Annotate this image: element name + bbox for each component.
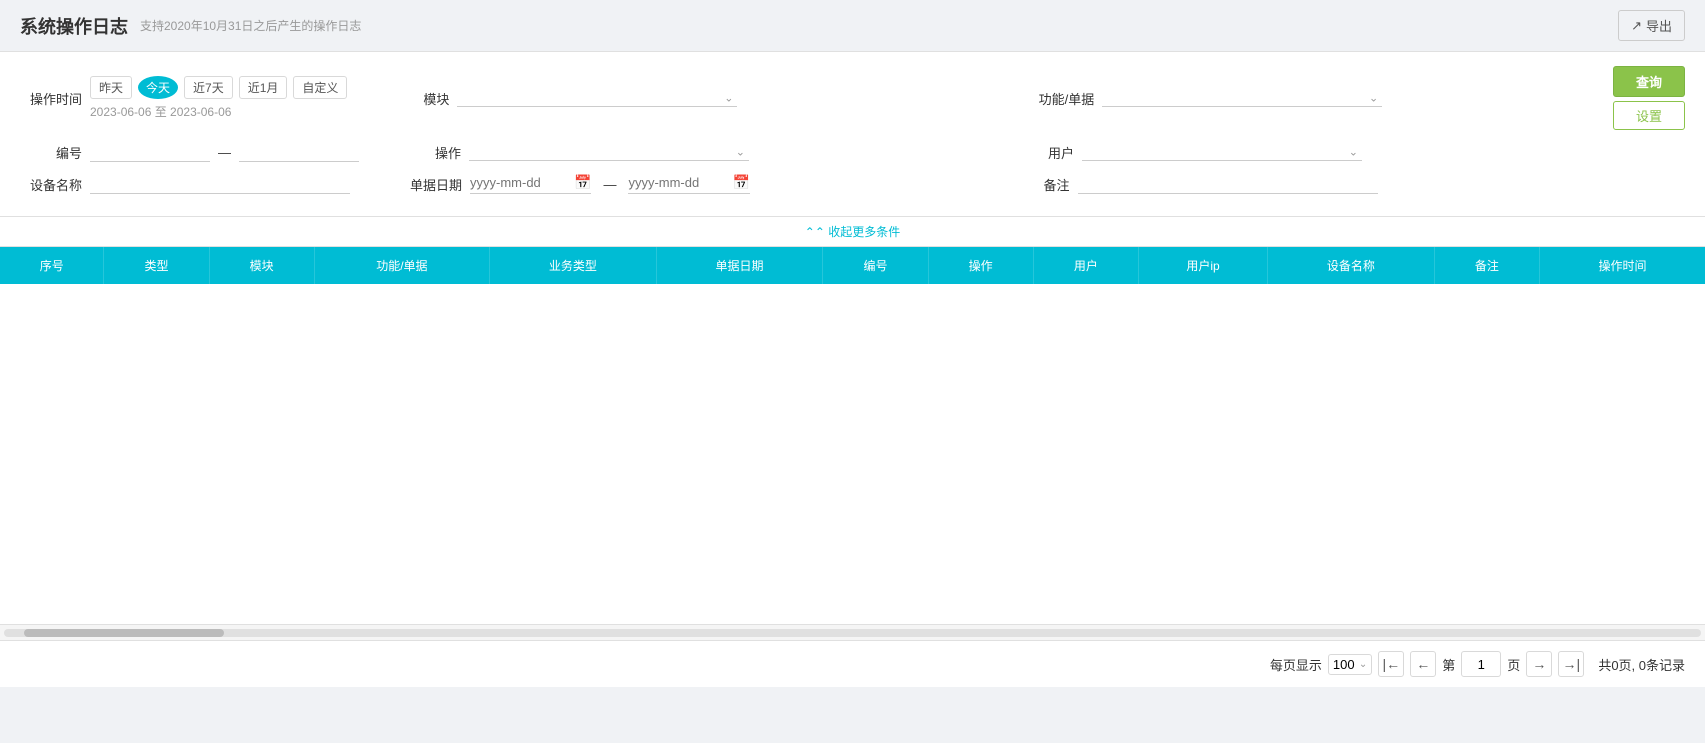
data-table: 序号类型模块功能/单据业务类型单据日期编号操作用户用户ip设备名称备注操作时间 bbox=[0, 247, 1705, 284]
time-btn-7days[interactable]: 近7天 bbox=[184, 76, 233, 99]
number-label: 编号 bbox=[20, 143, 90, 162]
table-col-模块: 模块 bbox=[209, 247, 314, 284]
function-label: 功能/单据 bbox=[1012, 89, 1102, 108]
operation-select[interactable] bbox=[469, 143, 749, 158]
module-label: 模块 bbox=[387, 89, 457, 108]
number-dash: — bbox=[218, 145, 231, 160]
device-label: 设备名称 bbox=[20, 175, 90, 194]
module-select[interactable] bbox=[457, 89, 737, 104]
collapse-label: 收起更多条件 bbox=[828, 225, 900, 239]
per-page-select-wrap: 20 50 100 200 ⌄ bbox=[1328, 654, 1372, 675]
settings-button[interactable]: 设置 bbox=[1613, 101, 1685, 130]
page-next-button[interactable]: → bbox=[1526, 651, 1552, 677]
filter-row-3: 设备名称 单据日期 📅 — 📅 备注 bbox=[20, 174, 1685, 194]
table-col-备注: 备注 bbox=[1434, 247, 1539, 284]
table-col-用户ip: 用户ip bbox=[1138, 247, 1267, 284]
collapse-chevron-icon: ⌃⌃ bbox=[805, 225, 825, 239]
time-label: 操作时间 bbox=[20, 89, 90, 108]
page-last-button[interactable]: →| bbox=[1558, 651, 1584, 677]
module-section: 模块 ⌄ bbox=[387, 89, 972, 108]
device-input[interactable] bbox=[90, 174, 350, 194]
filter-panel: 操作时间 昨天 今天 近7天 近1月 自定义 2023-06-06 至 2023… bbox=[0, 52, 1705, 217]
user-label: 用户 bbox=[1012, 143, 1082, 162]
function-select-wrapper: ⌄ bbox=[1102, 89, 1382, 107]
table-col-序号: 序号 bbox=[0, 247, 104, 284]
scrollbar-thumb[interactable] bbox=[24, 629, 224, 637]
date-start-wrapper: 📅 bbox=[470, 174, 591, 194]
table-col-类型: 类型 bbox=[104, 247, 209, 284]
operation-section: 操作 ⌄ bbox=[399, 143, 972, 162]
total-info: 共0页, 0条记录 bbox=[1598, 655, 1685, 674]
scrollbar-area[interactable] bbox=[0, 624, 1705, 640]
table-col-操作: 操作 bbox=[928, 247, 1033, 284]
table-container: 序号类型模块功能/单据业务类型单据日期编号操作用户用户ip设备名称备注操作时间 bbox=[0, 247, 1705, 284]
page-subtitle: 支持2020年10月31日之后产生的操作日志 bbox=[140, 17, 361, 34]
time-filter-group: 昨天 今天 近7天 近1月 自定义 2023-06-06 至 2023-06-0… bbox=[90, 76, 347, 120]
calendar-end-icon[interactable]: 📅 bbox=[732, 174, 749, 191]
number-range: — bbox=[90, 142, 359, 162]
page-suffix: 页 bbox=[1507, 655, 1520, 674]
date-end-wrapper: 📅 bbox=[628, 174, 749, 194]
time-range-text: 2023-06-06 至 2023-06-06 bbox=[90, 103, 347, 120]
export-label: 导出 bbox=[1646, 16, 1672, 35]
user-select-wrapper: ⌄ bbox=[1082, 143, 1362, 161]
action-buttons: 查询 设置 bbox=[1613, 66, 1685, 130]
per-page-label: 每页显示 bbox=[1270, 655, 1322, 674]
calendar-start-icon[interactable]: 📅 bbox=[574, 174, 591, 191]
remark-label: 备注 bbox=[1008, 175, 1078, 194]
header-left: 系统操作日志 支持2020年10月31日之后产生的操作日志 bbox=[20, 13, 361, 39]
time-btn-today[interactable]: 今天 bbox=[138, 76, 178, 99]
date-dash: — bbox=[603, 177, 616, 192]
operation-label: 操作 bbox=[399, 143, 469, 162]
table-col-单据日期: 单据日期 bbox=[656, 247, 823, 284]
table-col-编号: 编号 bbox=[823, 247, 928, 284]
time-btn-custom[interactable]: 自定义 bbox=[293, 76, 347, 99]
remark-section: 备注 bbox=[1008, 174, 1586, 194]
function-section: 功能/单据 ⌄ bbox=[1012, 89, 1597, 108]
date-end-input[interactable] bbox=[628, 175, 728, 190]
page-input[interactable]: 1 bbox=[1461, 651, 1501, 677]
scrollbar-track bbox=[4, 629, 1701, 637]
table-col-设备名称: 设备名称 bbox=[1268, 247, 1435, 284]
date-range-group: 📅 — 📅 bbox=[470, 174, 750, 194]
pagination: 每页显示 20 50 100 200 ⌄ |← ← 第 1 页 → →| 共0页… bbox=[0, 640, 1705, 687]
empty-area bbox=[0, 284, 1705, 624]
time-btn-yesterday[interactable]: 昨天 bbox=[90, 76, 132, 99]
page-first-button[interactable]: |← bbox=[1378, 651, 1404, 677]
per-page-select[interactable]: 20 50 100 200 bbox=[1333, 657, 1371, 672]
table-col-业务类型: 业务类型 bbox=[489, 247, 656, 284]
page-header: 系统操作日志 支持2020年10月31日之后产生的操作日志 ↗ 导出 bbox=[0, 0, 1705, 52]
query-button[interactable]: 查询 bbox=[1613, 66, 1685, 97]
filter-row-2: 编号 — 操作 ⌄ 用户 ⌄ bbox=[20, 142, 1685, 162]
table-col-功能/单据: 功能/单据 bbox=[314, 247, 489, 284]
date-start-input[interactable] bbox=[470, 175, 570, 190]
filter-row-1: 操作时间 昨天 今天 近7天 近1月 自定义 2023-06-06 至 2023… bbox=[20, 66, 1685, 130]
user-select[interactable] bbox=[1082, 143, 1362, 158]
export-icon: ↗ bbox=[1631, 18, 1642, 34]
table-header-row: 序号类型模块功能/单据业务类型单据日期编号操作用户用户ip设备名称备注操作时间 bbox=[0, 247, 1705, 284]
page-prev-button[interactable]: ← bbox=[1410, 651, 1436, 677]
collapse-bar[interactable]: ⌃⌃ 收起更多条件 bbox=[0, 217, 1705, 247]
number-start-input[interactable] bbox=[90, 142, 210, 162]
table-col-用户: 用户 bbox=[1033, 247, 1138, 284]
voucher-date-label: 单据日期 bbox=[390, 175, 470, 194]
time-btn-1month[interactable]: 近1月 bbox=[239, 76, 288, 99]
table-col-操作时间: 操作时间 bbox=[1539, 247, 1705, 284]
collapse-button[interactable]: ⌃⌃ 收起更多条件 bbox=[805, 223, 900, 240]
function-select[interactable] bbox=[1102, 89, 1382, 104]
table-header: 序号类型模块功能/单据业务类型单据日期编号操作用户用户ip设备名称备注操作时间 bbox=[0, 247, 1705, 284]
number-end-input[interactable] bbox=[239, 142, 359, 162]
operation-select-wrapper: ⌄ bbox=[469, 143, 749, 161]
voucher-date-section: 单据日期 📅 — 📅 bbox=[390, 174, 968, 194]
page-label: 第 bbox=[1442, 655, 1455, 674]
export-button[interactable]: ↗ 导出 bbox=[1618, 10, 1685, 41]
module-select-wrapper: ⌄ bbox=[457, 89, 737, 107]
time-buttons: 昨天 今天 近7天 近1月 自定义 bbox=[90, 76, 347, 99]
remark-input[interactable] bbox=[1078, 174, 1378, 194]
user-section: 用户 ⌄ bbox=[1012, 143, 1585, 162]
page-title: 系统操作日志 bbox=[20, 13, 128, 39]
